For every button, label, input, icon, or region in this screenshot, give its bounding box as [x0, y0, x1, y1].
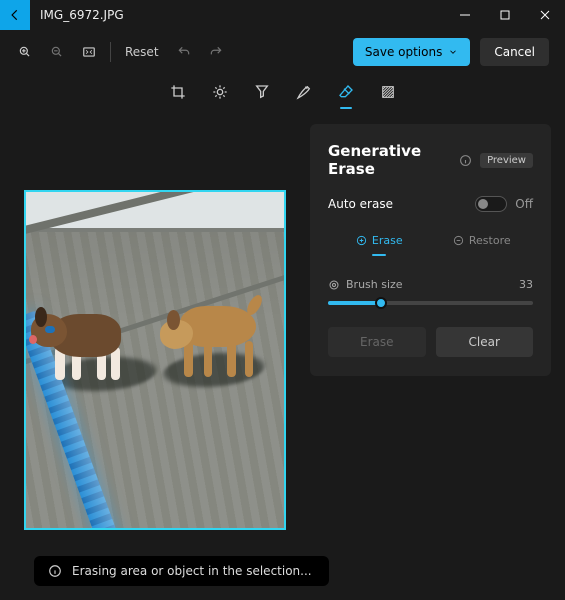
workspace: Generative Erase Preview Auto erase Off … — [0, 110, 565, 600]
remove-circle-icon — [453, 235, 464, 246]
preview-badge: Preview — [480, 153, 533, 168]
add-circle-icon — [356, 235, 367, 246]
image-canvas[interactable] — [24, 190, 286, 530]
tab-erase[interactable]: Erase — [328, 226, 431, 254]
erase-button: Erase — [328, 327, 426, 357]
auto-erase-row: Auto erase Off — [328, 196, 533, 212]
edit-mode-bar — [0, 74, 565, 110]
titlebar: IMG_6972.JPG — [0, 0, 565, 30]
slider-fill — [328, 301, 381, 305]
target-icon — [328, 279, 340, 291]
window-title: IMG_6972.JPG — [30, 8, 445, 22]
save-options-button[interactable]: Save options — [353, 38, 470, 66]
maximize-button[interactable] — [485, 0, 525, 30]
redo-icon[interactable] — [201, 38, 231, 66]
fit-screen-icon[interactable] — [74, 38, 104, 66]
toolbar-right: Save options Cancel — [353, 38, 555, 66]
background-icon[interactable] — [376, 80, 400, 104]
auto-erase-label: Auto erase — [328, 197, 393, 211]
cancel-button[interactable]: Cancel — [480, 38, 549, 66]
canvas-area — [0, 110, 310, 600]
tab-erase-label: Erase — [372, 234, 403, 247]
markup-icon[interactable] — [292, 80, 316, 104]
toolbar-separator — [110, 42, 111, 62]
toast-message: Erasing area or object in the selection.… — [72, 564, 312, 578]
auto-erase-state: Off — [515, 197, 533, 211]
generative-erase-panel: Generative Erase Preview Auto erase Off … — [310, 124, 551, 376]
panel-action-buttons: Erase Clear — [328, 327, 533, 357]
main-toolbar: Reset Save options Cancel — [0, 30, 565, 74]
brush-size-label: Brush size — [346, 278, 403, 291]
close-button[interactable] — [525, 0, 565, 30]
filter-icon[interactable] — [250, 80, 274, 104]
undo-icon[interactable] — [169, 38, 199, 66]
panel-title: Generative Erase — [328, 142, 451, 178]
clear-button[interactable]: Clear — [436, 327, 534, 357]
brush-size-row: Brush size 33 — [328, 278, 533, 291]
tab-restore[interactable]: Restore — [431, 226, 534, 254]
brush-size-label-group: Brush size — [328, 278, 403, 291]
status-toast: Erasing area or object in the selection.… — [34, 556, 329, 586]
reset-button[interactable]: Reset — [117, 38, 167, 66]
adjust-icon[interactable] — [208, 80, 232, 104]
slider-thumb[interactable] — [375, 297, 387, 309]
back-button[interactable] — [0, 0, 30, 30]
auto-erase-toggle[interactable] — [475, 196, 507, 212]
save-options-label: Save options — [365, 45, 442, 59]
brush-size-slider[interactable] — [328, 301, 533, 305]
brush-size-value: 33 — [519, 278, 533, 291]
tab-restore-label: Restore — [469, 234, 511, 247]
crop-icon[interactable] — [166, 80, 190, 104]
zoom-out-icon[interactable] — [42, 38, 72, 66]
auto-erase-toggle-group: Off — [475, 196, 533, 212]
erase-tool-icon[interactable] — [334, 80, 358, 104]
chevron-down-icon — [448, 47, 458, 57]
info-icon — [48, 564, 62, 578]
panel-header: Generative Erase Preview — [328, 142, 533, 178]
erase-restore-tabs: Erase Restore — [328, 226, 533, 254]
zoom-in-icon[interactable] — [10, 38, 40, 66]
image-content — [26, 192, 284, 528]
minimize-button[interactable] — [445, 0, 485, 30]
window-controls — [445, 0, 565, 30]
info-icon[interactable] — [459, 154, 472, 167]
